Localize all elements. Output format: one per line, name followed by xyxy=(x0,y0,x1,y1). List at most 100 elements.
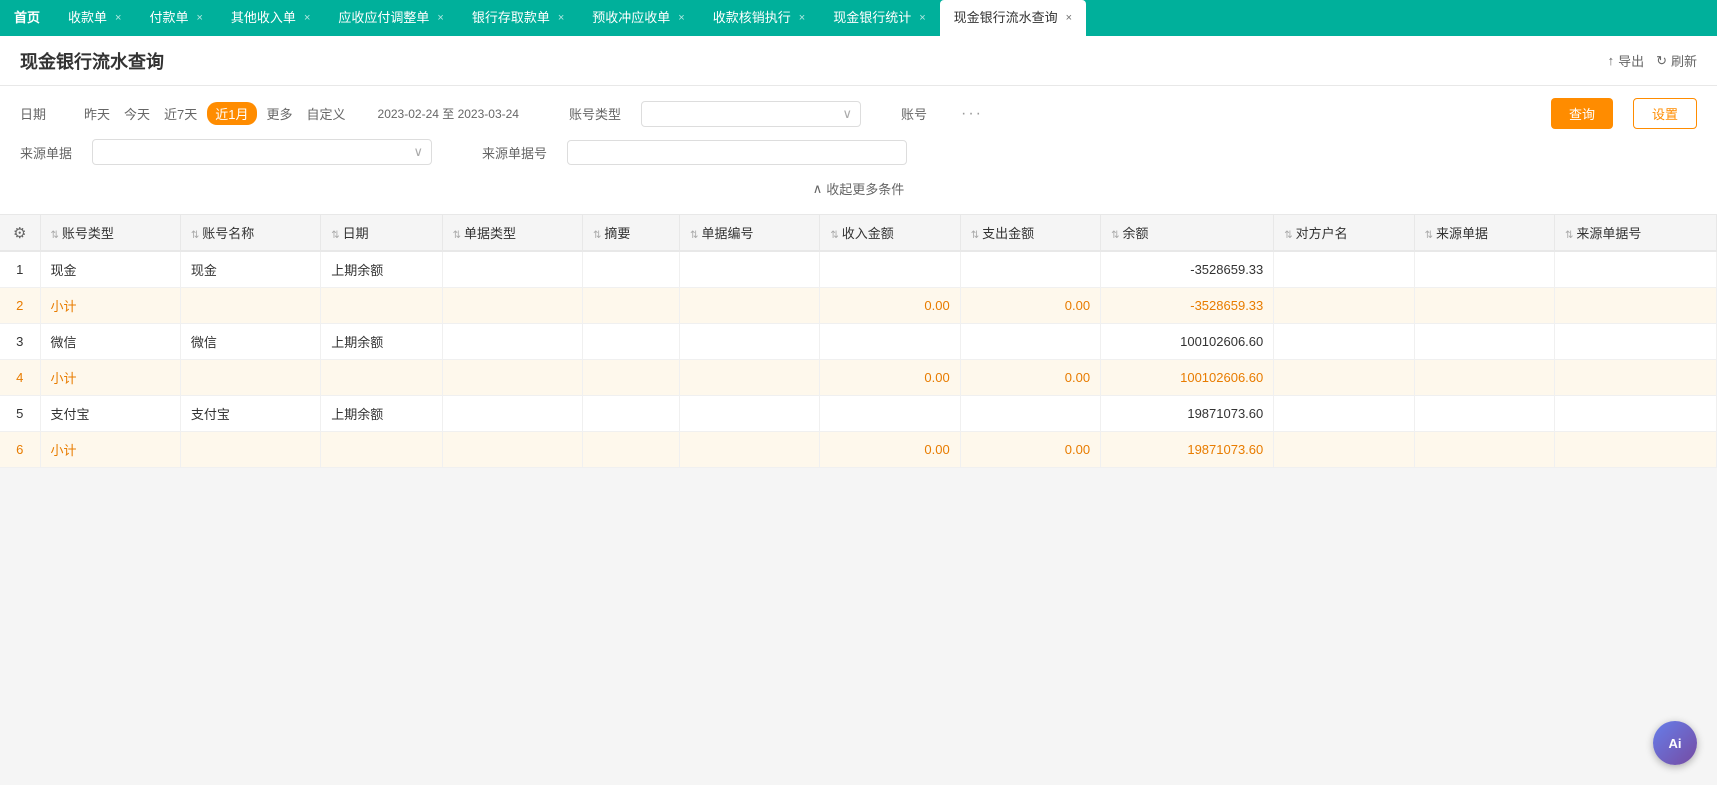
date-option-自定义[interactable]: 自定义 xyxy=(303,103,350,124)
account-dots[interactable]: ··· xyxy=(961,105,983,123)
source-doc-num-label: 来源单据号 xyxy=(482,143,547,162)
col-header-account_type[interactable]: ⇅账号类型 xyxy=(40,215,180,251)
cell-settings: 5 xyxy=(0,396,40,432)
close-icon[interactable]: × xyxy=(1066,0,1072,36)
cell-account_name xyxy=(180,432,320,468)
cell-income xyxy=(820,251,960,288)
col-header-income[interactable]: ⇅收入金额 xyxy=(820,215,960,251)
settings-button[interactable]: 设置 xyxy=(1633,98,1697,129)
cell-account_type: 小计 xyxy=(40,432,180,468)
nav-tab-预收冲应收单[interactable]: 预收冲应收单× xyxy=(578,0,698,36)
nav-tab-现金银行统计[interactable]: 现金银行统计× xyxy=(819,0,939,36)
collapse-bar[interactable]: ∧ 收起更多条件 xyxy=(20,175,1697,202)
sort-icon: ⇅ xyxy=(690,230,698,241)
source-doc-select[interactable]: ​ ∨ xyxy=(92,139,432,165)
cell-expense xyxy=(960,251,1100,288)
nav-tab-应收应付调整单[interactable]: 应收应付调整单× xyxy=(324,0,457,36)
nav-tab-收款单[interactable]: 收款单× xyxy=(54,0,135,36)
col-header-date[interactable]: ⇅日期 xyxy=(321,215,442,251)
table-row: 5支付宝支付宝上期余额19871073.60 xyxy=(0,396,1717,432)
col-header-doc_no[interactable]: ⇅单据编号 xyxy=(680,215,820,251)
cell-summary xyxy=(582,251,679,288)
cell-settings: 4 xyxy=(0,360,40,396)
col-header-account_name[interactable]: ⇅账号名称 xyxy=(180,215,320,251)
col-header-source_doc[interactable]: ⇅来源单据 xyxy=(1414,215,1554,251)
date-option-更多[interactable]: 更多 xyxy=(263,103,297,124)
top-nav: 首页 收款单×付款单×其他收入单×应收应付调整单×银行存取款单×预收冲应收单×收… xyxy=(0,0,1717,36)
date-options: 昨天今天近7天近1月更多自定义 xyxy=(80,102,350,125)
col-header-expense[interactable]: ⇅支出金额 xyxy=(960,215,1100,251)
close-icon[interactable]: × xyxy=(558,0,564,36)
cell-income: 0.00 xyxy=(820,288,960,324)
cell-balance: 19871073.60 xyxy=(1101,396,1274,432)
cell-expense xyxy=(960,324,1100,360)
col-label: 摘要 xyxy=(604,226,630,241)
cell-income xyxy=(820,396,960,432)
col-header-counterparty[interactable]: ⇅对方户名 xyxy=(1274,215,1414,251)
sort-icon: ⇅ xyxy=(593,230,601,241)
nav-tab-label: 收款单 xyxy=(68,0,107,36)
query-button[interactable]: 查询 xyxy=(1551,98,1613,129)
cell-income: 0.00 xyxy=(820,432,960,468)
cell-doc_no xyxy=(680,396,820,432)
cell-summary xyxy=(582,432,679,468)
export-button[interactable]: ↑ 导出 xyxy=(1608,51,1645,70)
source-doc-label: 来源单据 xyxy=(20,143,72,162)
cell-date xyxy=(321,360,442,396)
cell-account_type: 小计 xyxy=(40,288,180,324)
nav-tab-收款核销执行[interactable]: 收款核销执行× xyxy=(699,0,819,36)
close-icon[interactable]: × xyxy=(304,0,310,36)
date-option-今天[interactable]: 今天 xyxy=(120,103,154,124)
date-option-近7天[interactable]: 近7天 xyxy=(160,103,201,124)
nav-tab-其他收入单[interactable]: 其他收入单× xyxy=(217,0,324,36)
col-label: 余额 xyxy=(1122,226,1148,241)
chevron-down-icon: ∨ xyxy=(842,106,852,122)
close-icon[interactable]: × xyxy=(437,0,443,36)
close-icon[interactable]: × xyxy=(678,0,684,36)
date-option-近1月[interactable]: 近1月 xyxy=(207,102,256,125)
cell-doc_type xyxy=(442,432,582,468)
close-icon[interactable]: × xyxy=(196,0,202,36)
nav-home[interactable]: 首页 xyxy=(0,0,54,36)
cell-source_doc_no xyxy=(1554,360,1716,396)
nav-tab-label: 其他收入单 xyxy=(231,0,296,36)
filter-area: 日期 昨天今天近7天近1月更多自定义 2023-02-24 至 2023-03-… xyxy=(0,86,1717,215)
cell-doc_type xyxy=(442,324,582,360)
col-label: 来源单据 xyxy=(1436,226,1488,241)
cell-summary xyxy=(582,360,679,396)
close-icon[interactable]: × xyxy=(919,0,925,36)
refresh-button[interactable]: ↻ 刷新 xyxy=(1656,51,1697,70)
col-header-summary[interactable]: ⇅摘要 xyxy=(582,215,679,251)
close-icon[interactable]: × xyxy=(799,0,805,36)
export-label: 导出 xyxy=(1618,51,1644,70)
col-header-source_doc_no[interactable]: ⇅来源单据号 xyxy=(1554,215,1716,251)
cell-source_doc xyxy=(1414,360,1554,396)
nav-tab-label: 预收冲应收单 xyxy=(592,0,670,36)
nav-tab-银行存取款单[interactable]: 银行存取款单× xyxy=(458,0,578,36)
cell-expense: 0.00 xyxy=(960,288,1100,324)
cell-balance: 19871073.60 xyxy=(1101,432,1274,468)
cell-doc_no xyxy=(680,360,820,396)
cell-account_name: 支付宝 xyxy=(180,396,320,432)
data-table: ⚙⇅账号类型⇅账号名称⇅日期⇅单据类型⇅摘要⇅单据编号⇅收入金额⇅支出金额⇅余额… xyxy=(0,215,1717,468)
cell-settings: 6 xyxy=(0,432,40,468)
ai-assistant-button[interactable]: Ai xyxy=(1653,721,1697,765)
col-header-balance[interactable]: ⇅余额 xyxy=(1101,215,1274,251)
table-row: 1现金现金上期余额-3528659.33 xyxy=(0,251,1717,288)
gear-icon[interactable]: ⚙ xyxy=(13,225,26,242)
date-range: 2023-02-24 至 2023-03-24 xyxy=(378,105,519,122)
table-row: 2小计0.000.00-3528659.33 xyxy=(0,288,1717,324)
cell-doc_type xyxy=(442,360,582,396)
nav-tab-付款单[interactable]: 付款单× xyxy=(135,0,216,36)
cell-doc_no xyxy=(680,324,820,360)
cell-source_doc_no xyxy=(1554,324,1716,360)
date-option-昨天[interactable]: 昨天 xyxy=(80,103,114,124)
cell-date xyxy=(321,432,442,468)
account-type-select[interactable]: ​ ∨ xyxy=(641,101,861,127)
col-header-doc_type[interactable]: ⇅单据类型 xyxy=(442,215,582,251)
close-icon[interactable]: × xyxy=(115,0,121,36)
cell-counterparty xyxy=(1274,432,1414,468)
sort-icon: ⇅ xyxy=(830,230,838,241)
source-doc-num-input[interactable] xyxy=(567,140,907,165)
nav-tab-现金银行流水查询[interactable]: 现金银行流水查询× xyxy=(940,0,1086,36)
